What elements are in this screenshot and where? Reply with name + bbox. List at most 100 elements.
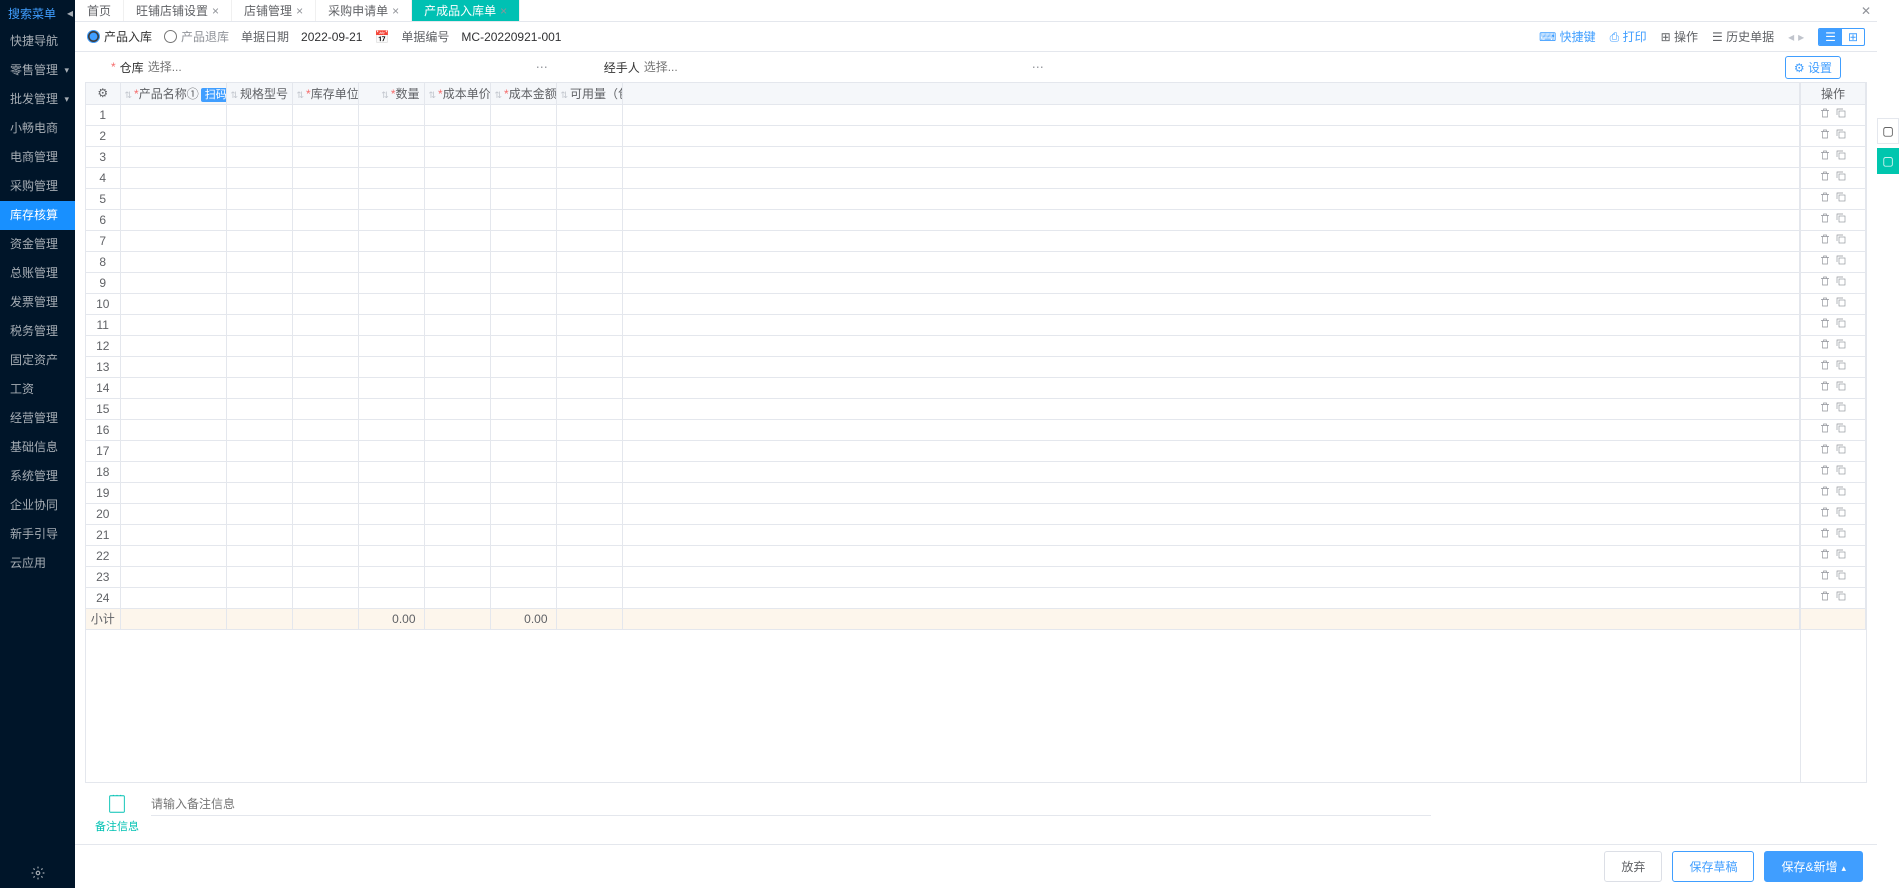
sidebar-item-12[interactable]: 工资 [0,375,75,404]
copy-icon[interactable] [1835,443,1847,455]
copy-icon[interactable] [1835,401,1847,413]
sidebar-item-8[interactable]: 总账管理 [0,259,75,288]
table-row[interactable]: 8 [86,251,1800,272]
delete-icon[interactable] [1819,422,1831,434]
close-icon[interactable]: × [392,4,399,18]
table-row[interactable]: 6 [86,209,1800,230]
delete-icon[interactable] [1819,275,1831,287]
tab-2[interactable]: 店铺管理× [232,0,316,21]
sidebar-item-10[interactable]: 税务管理 [0,317,75,346]
gear-header-icon[interactable]: ⚙ [86,83,120,104]
tab-4[interactable]: 产成品入库单× [412,0,520,21]
delete-icon[interactable] [1819,338,1831,350]
copy-icon[interactable] [1835,254,1847,266]
table-row[interactable]: 4 [86,167,1800,188]
date-value[interactable]: 2022-09-21 [301,30,362,44]
col-amount[interactable]: ⇅*成本金额 [490,83,556,104]
copy-icon[interactable] [1835,590,1847,602]
sidebar-item-3[interactable]: 小畅电商 [0,114,75,143]
delete-icon[interactable] [1819,128,1831,140]
copy-icon[interactable] [1835,527,1847,539]
sidebar-item-0[interactable]: 快捷导航 [0,27,75,56]
handler-picker-icon[interactable]: ⋯ [1028,60,1048,74]
delete-icon[interactable] [1819,464,1831,476]
delete-icon[interactable] [1819,317,1831,329]
delete-icon[interactable] [1819,149,1831,161]
delete-icon[interactable] [1819,359,1831,371]
table-row[interactable]: 13 [86,356,1800,377]
sidebar-item-1[interactable]: 零售管理▾ [0,56,75,85]
tab-3[interactable]: 采购申请单× [316,0,412,21]
list-view-icon[interactable]: ☰ [1819,29,1842,45]
copy-icon[interactable] [1835,359,1847,371]
save-new-button[interactable]: 保存&新增▴ [1764,851,1863,882]
table-row[interactable]: 10 [86,293,1800,314]
copy-icon[interactable] [1835,275,1847,287]
delete-icon[interactable] [1819,212,1831,224]
copy-icon[interactable] [1835,506,1847,518]
copy-icon[interactable] [1835,338,1847,350]
handler-input[interactable] [644,60,1024,74]
copy-icon[interactable] [1835,422,1847,434]
radio-product-out[interactable]: 产品退库 [164,28,229,45]
table-row[interactable]: 14 [86,377,1800,398]
sidebar-item-16[interactable]: 企业协同 [0,491,75,520]
table-row[interactable]: 24 [86,587,1800,608]
delete-icon[interactable] [1819,254,1831,266]
sidebar-search[interactable]: 搜索菜单 ◂ [0,0,75,27]
discard-button[interactable]: 放弃 [1604,851,1662,882]
delete-icon[interactable] [1819,548,1831,560]
table-row[interactable]: 12 [86,335,1800,356]
delete-icon[interactable] [1819,590,1831,602]
rail-btn-1[interactable]: ▢ [1877,118,1899,144]
table-row[interactable]: 22 [86,545,1800,566]
delete-icon[interactable] [1819,485,1831,497]
copy-icon[interactable] [1835,485,1847,497]
next-icon[interactable]: ▸ [1798,30,1804,44]
col-avail[interactable]: ⇅可用量（包装） [556,83,622,104]
delete-icon[interactable] [1819,296,1831,308]
copy-icon[interactable] [1835,212,1847,224]
col-product[interactable]: ⇅*产品名称①扫码录入 [120,83,226,104]
delete-icon[interactable] [1819,233,1831,245]
table-row[interactable]: 11 [86,314,1800,335]
close-icon[interactable]: × [296,4,303,18]
table-row[interactable]: 23 [86,566,1800,587]
copy-icon[interactable] [1835,317,1847,329]
copy-icon[interactable] [1835,548,1847,560]
history-link[interactable]: ☰ 历史单据 [1712,28,1774,45]
close-icon[interactable]: × [500,4,507,18]
delete-icon[interactable] [1819,527,1831,539]
copy-icon[interactable] [1835,464,1847,476]
copy-icon[interactable] [1835,170,1847,182]
settings-button[interactable]: ⚙ 设置 [1785,56,1841,79]
grid-view-icon[interactable]: ⊞ [1842,29,1864,45]
table-row[interactable]: 1 [86,104,1800,125]
col-qty[interactable]: ⇅*数量 [358,83,424,104]
table-row[interactable]: 19 [86,482,1800,503]
sidebar-item-15[interactable]: 系统管理 [0,462,75,491]
warehouse-input[interactable] [148,60,528,74]
warehouse-picker-icon[interactable]: ⋯ [532,60,552,74]
sidebar-item-7[interactable]: 资金管理 [0,230,75,259]
table-row[interactable]: 17 [86,440,1800,461]
close-icon[interactable]: × [212,4,219,18]
sidebar-item-13[interactable]: 经营管理 [0,404,75,433]
table-row[interactable]: 18 [86,461,1800,482]
col-spec[interactable]: ⇅规格型号 [226,83,292,104]
sidebar-item-4[interactable]: 电商管理 [0,143,75,172]
copy-icon[interactable] [1835,233,1847,245]
copy-icon[interactable] [1835,149,1847,161]
delete-icon[interactable] [1819,569,1831,581]
sidebar-item-17[interactable]: 新手引导 [0,520,75,549]
sidebar-item-5[interactable]: 采购管理 [0,172,75,201]
rail-btn-2[interactable]: ▢ [1877,148,1899,174]
prev-icon[interactable]: ◂ [1788,30,1794,44]
col-unit[interactable]: ⇅*库存单位 [292,83,358,104]
remark-input[interactable] [151,793,1431,816]
shortcut-link[interactable]: ⌨ 快捷键 [1539,28,1596,45]
tab-close-all[interactable]: ✕ [1855,0,1877,21]
table-row[interactable]: 20 [86,503,1800,524]
table-row[interactable]: 5 [86,188,1800,209]
table-row[interactable]: 15 [86,398,1800,419]
